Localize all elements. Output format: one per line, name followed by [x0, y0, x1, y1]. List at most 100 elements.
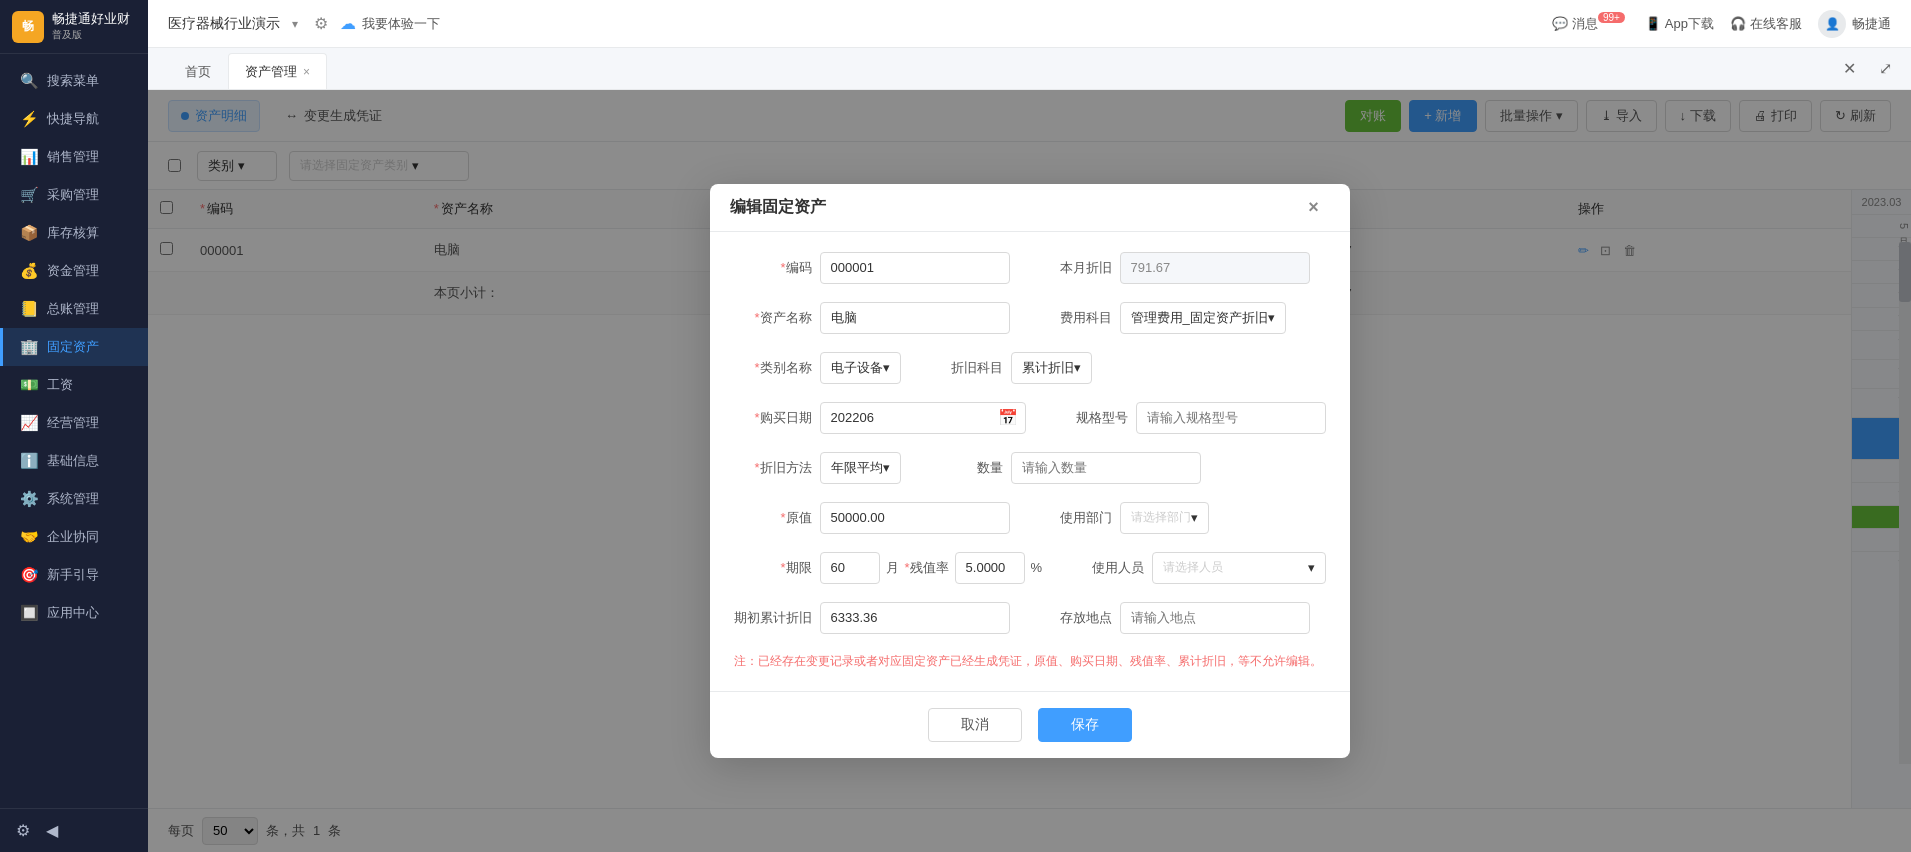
- person-placeholder: 请选择人员: [1163, 559, 1223, 576]
- residual-rate-input[interactable]: [955, 552, 1025, 584]
- sidebar-label-appcenter: 应用中心: [47, 604, 99, 622]
- asset-name-control: [820, 302, 1010, 334]
- app-edition: 普及版: [52, 28, 130, 42]
- calendar-icon[interactable]: 📅: [998, 408, 1018, 427]
- sidebar-item-purchase[interactable]: 🛒 采购管理: [0, 176, 148, 214]
- sidebar-nav: 🔍 搜索菜单 ⚡ 快捷导航 📊 销售管理 🛒 采购管理 📦 库存核算 💰 资金管…: [0, 54, 148, 808]
- main-area: 医疗器械行业演示 ▾ ⚙ ☁ 我要体验一下 💬 消息 99+ 📱 App下载 🎧…: [148, 0, 1911, 852]
- sidebar-logo: 畅 畅捷通好业财 普及版: [0, 0, 148, 54]
- sidebar-item-search[interactable]: 🔍 搜索菜单: [0, 62, 148, 100]
- project-dropdown-icon[interactable]: ▾: [292, 17, 298, 31]
- project-settings-icon[interactable]: ⚙: [314, 14, 328, 33]
- sidebar-item-finance[interactable]: 💰 资金管理: [0, 252, 148, 290]
- close-icon: ×: [1308, 197, 1319, 218]
- sidebar-item-sales[interactable]: 📊 销售管理: [0, 138, 148, 176]
- finance-icon: 💰: [19, 262, 39, 280]
- asset-name-input[interactable]: [820, 302, 1010, 334]
- original-value-label: *原值: [734, 509, 812, 527]
- save-label: 保存: [1071, 716, 1099, 732]
- modal-close-button[interactable]: ×: [1298, 191, 1330, 223]
- tab-assets[interactable]: 资产管理 ×: [228, 53, 327, 89]
- sidebar-item-operations[interactable]: 📈 经营管理: [0, 404, 148, 442]
- page-content: 资产明细 ↔ 变更生成凭证 对账 + 新增 批量操作 ▾ ⤓ 导入: [148, 90, 1911, 852]
- restore-icon: ✕: [1843, 59, 1856, 78]
- period-dep-control: [820, 602, 1010, 634]
- field-quantity: 数量: [925, 452, 1201, 484]
- spec-input[interactable]: [1136, 402, 1325, 434]
- dep-method-control: 年限平均 ▾: [820, 452, 901, 484]
- dep-method-value: 年限平均: [831, 459, 883, 477]
- modal-footer: 取消 保存: [710, 691, 1350, 758]
- field-asset-name: *资产名称: [734, 302, 1010, 334]
- settings-icon[interactable]: ⚙: [16, 821, 30, 840]
- support-action[interactable]: 🎧 在线客服: [1730, 15, 1802, 33]
- quantity-label: 数量: [925, 459, 1003, 477]
- person-control: 请选择人员 ▾: [1152, 552, 1325, 584]
- notification-badge: 99+: [1598, 12, 1625, 23]
- appcenter-icon: 🔲: [19, 604, 39, 622]
- spec-control: [1136, 402, 1325, 434]
- avatar: 👤: [1818, 10, 1846, 38]
- person-select[interactable]: 请选择人员 ▾: [1152, 552, 1325, 584]
- sidebar-item-appcenter[interactable]: 🔲 应用中心: [0, 594, 148, 632]
- expense-subject-select[interactable]: 管理费用_固定资产折旧 ▾: [1120, 302, 1286, 334]
- notification-action[interactable]: 💬 消息 99+: [1552, 15, 1629, 33]
- modal-header: 编辑固定资产 ×: [710, 184, 1350, 232]
- category-select[interactable]: 电子设备 ▾: [820, 352, 901, 384]
- cloud-icon: ☁: [340, 14, 356, 33]
- collab-icon: 🤝: [19, 528, 39, 546]
- expand-button[interactable]: ⤢: [1867, 51, 1903, 87]
- sidebar-item-ledger[interactable]: 📒 总账管理: [0, 290, 148, 328]
- period-unit: 月: [886, 559, 899, 577]
- sidebar-item-collab[interactable]: 🤝 企业协同: [0, 518, 148, 556]
- sidebar-item-inventory[interactable]: 📦 库存核算: [0, 214, 148, 252]
- dep-subject-select[interactable]: 累计折旧 ▾: [1011, 352, 1092, 384]
- department-select[interactable]: 请选择部门 ▾: [1120, 502, 1209, 534]
- period-input[interactable]: [820, 552, 880, 584]
- department-dropdown-icon: ▾: [1191, 510, 1198, 525]
- person-label: 使用人员: [1066, 559, 1144, 577]
- sidebar-item-payroll[interactable]: 💵 工资: [0, 366, 148, 404]
- cloud-experience[interactable]: ☁ 我要体验一下: [340, 14, 440, 33]
- modal-row-8: 期初累计折旧 存放地点: [734, 602, 1326, 634]
- cloud-label: 我要体验一下: [362, 15, 440, 33]
- dep-subject-dropdown-icon: ▾: [1074, 360, 1081, 375]
- spec-label: 规格型号: [1050, 409, 1128, 427]
- project-title: 医疗器械行业演示: [168, 15, 280, 33]
- payroll-icon: 💵: [19, 376, 39, 394]
- sidebar-item-system[interactable]: ⚙️ 系统管理: [0, 480, 148, 518]
- code-input[interactable]: [820, 252, 1010, 284]
- original-value-input[interactable]: [820, 502, 1010, 534]
- modal-overlay[interactable]: 编辑固定资产 × *编码: [148, 90, 1911, 852]
- cancel-button[interactable]: 取消: [928, 708, 1022, 742]
- download-action[interactable]: 📱 App下载: [1645, 15, 1714, 33]
- dep-method-select[interactable]: 年限平均 ▾: [820, 452, 901, 484]
- tab-close-icon[interactable]: ×: [303, 65, 310, 79]
- quantity-input[interactable]: [1011, 452, 1201, 484]
- basics-icon: ℹ️: [19, 452, 39, 470]
- expense-dropdown-icon: ▾: [1268, 310, 1275, 325]
- period-dep-input[interactable]: [820, 602, 1010, 634]
- tab-home[interactable]: 首页: [168, 53, 228, 89]
- edit-modal: 编辑固定资产 × *编码: [710, 184, 1350, 758]
- expense-subject-label: 费用科目: [1034, 309, 1112, 327]
- sidebar-item-quicknav[interactable]: ⚡ 快捷导航: [0, 100, 148, 138]
- collapse-icon[interactable]: ◀: [46, 821, 58, 840]
- modal-row-6: *原值 使用部门 请选择部门: [734, 502, 1326, 534]
- sidebar-label-sales: 销售管理: [47, 148, 99, 166]
- user-menu[interactable]: 👤 畅捷通: [1818, 10, 1891, 38]
- purchase-date-control: 📅: [820, 402, 1027, 434]
- guide-icon: 🎯: [19, 566, 39, 584]
- save-button[interactable]: 保存: [1038, 708, 1132, 742]
- sidebar-item-assets[interactable]: 🏢 固定资产: [0, 328, 148, 366]
- sidebar-label-purchase: 采购管理: [47, 186, 99, 204]
- restore-button[interactable]: ✕: [1831, 51, 1867, 87]
- location-input[interactable]: [1120, 602, 1310, 634]
- location-label: 存放地点: [1034, 609, 1112, 627]
- notification-icon: 💬: [1552, 16, 1568, 31]
- purchase-date-input[interactable]: [820, 402, 1027, 434]
- modal-row-2: *资产名称 费用科目 管理费用_: [734, 302, 1326, 334]
- rate-unit: %: [1031, 560, 1043, 575]
- sidebar-item-basics[interactable]: ℹ️ 基础信息: [0, 442, 148, 480]
- sidebar-item-guide[interactable]: 🎯 新手引导: [0, 556, 148, 594]
